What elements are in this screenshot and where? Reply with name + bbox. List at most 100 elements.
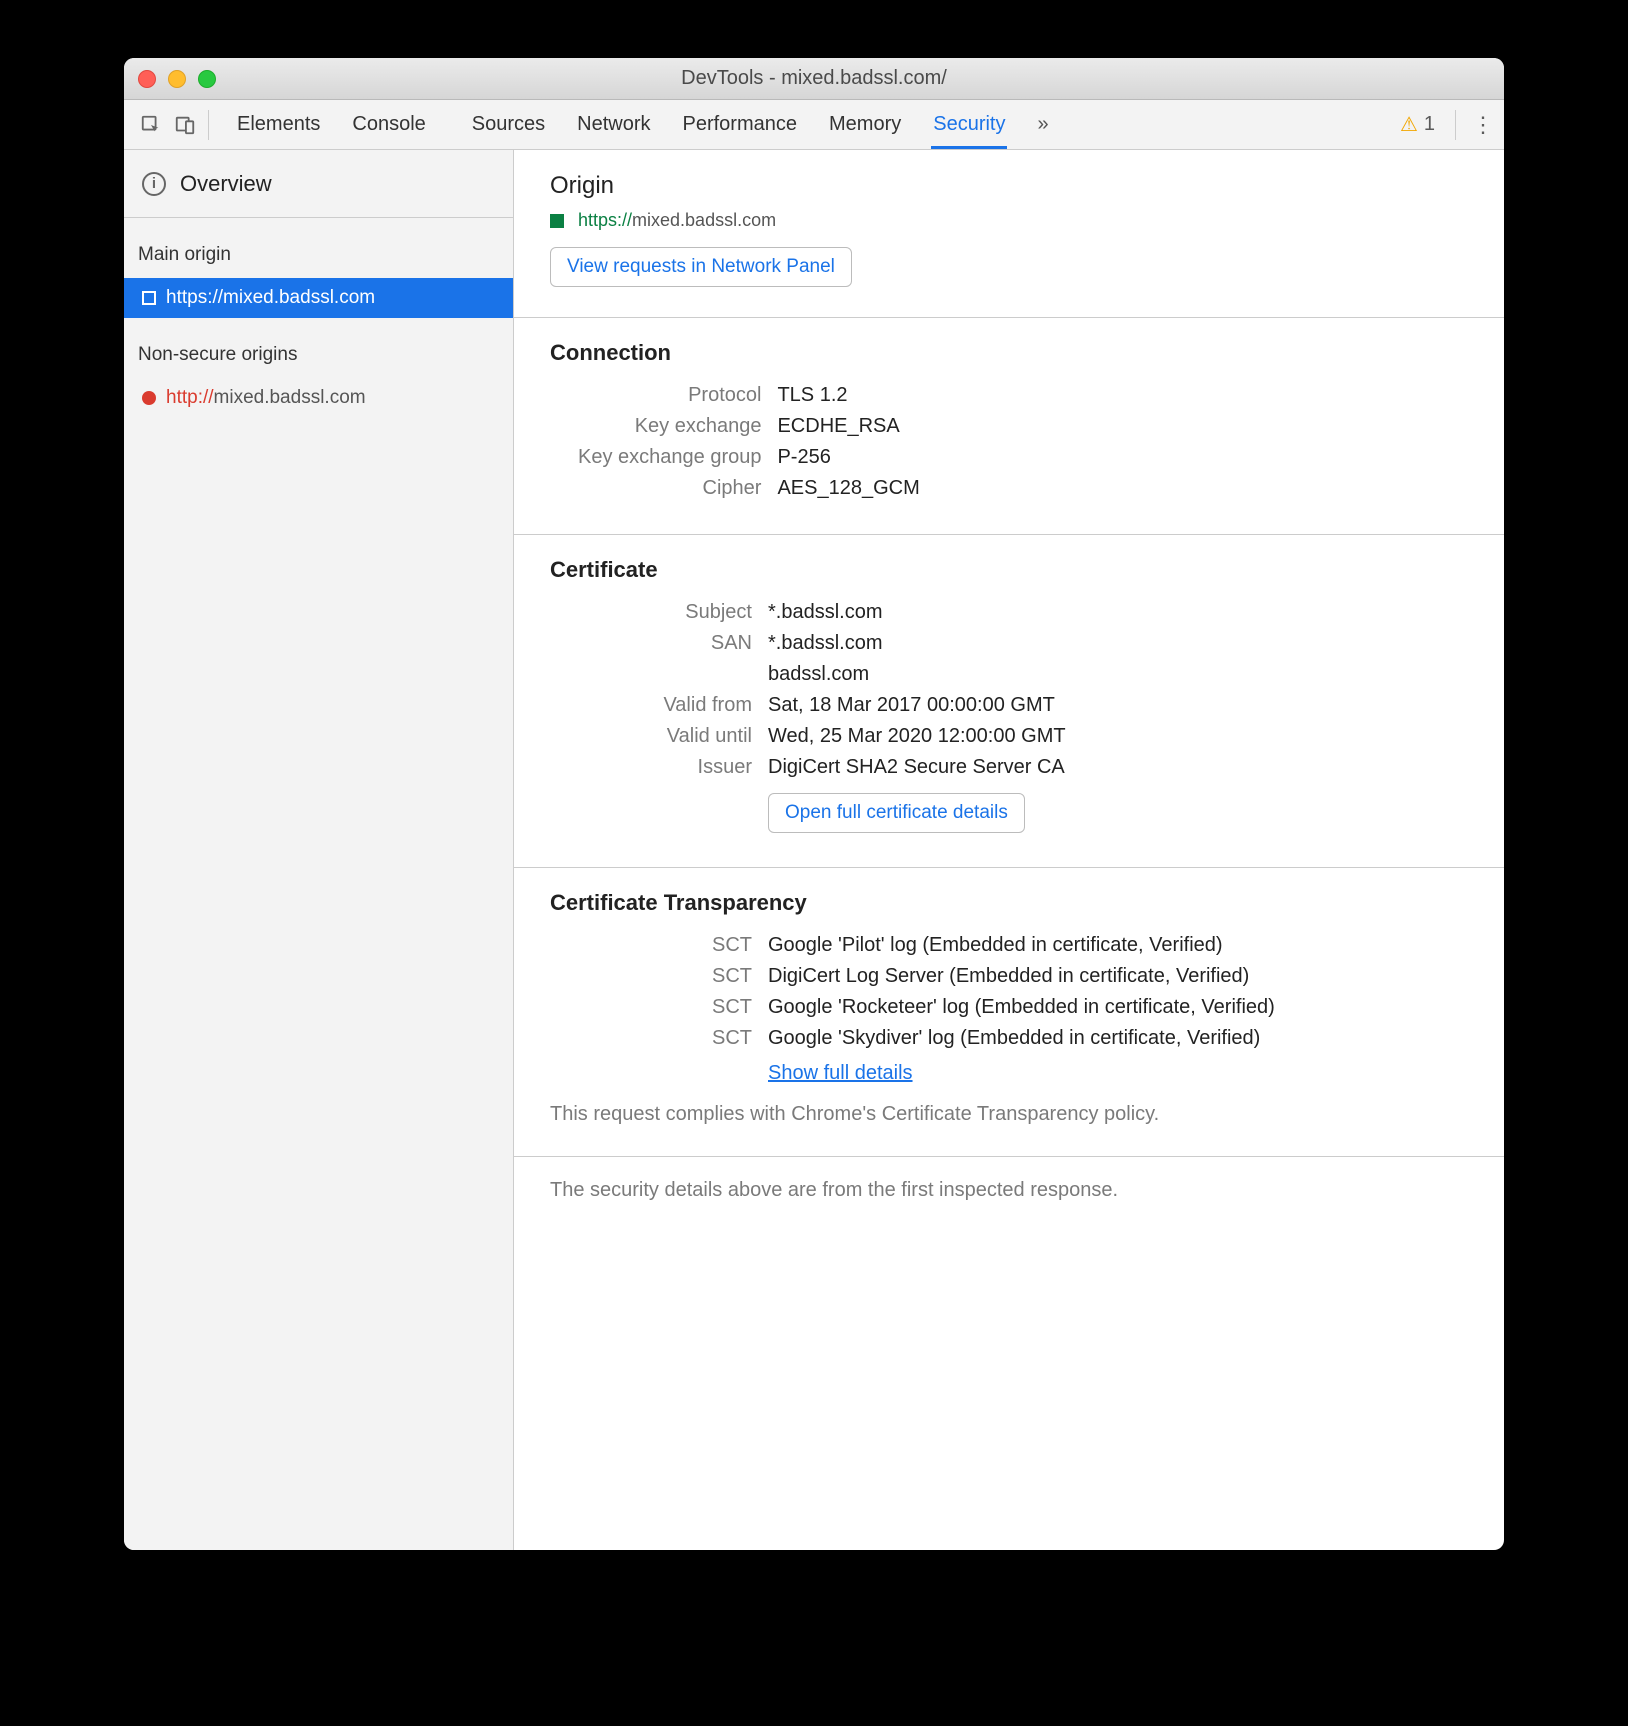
row-sct-3: SCT Google 'Skydiver' log (Embedded in c… xyxy=(570,1023,1283,1054)
field-label: Issuer xyxy=(570,752,760,783)
field-value: Google 'Rocketeer' log (Embedded in cert… xyxy=(760,992,1283,1023)
certificate-title: Certificate xyxy=(550,557,1478,583)
field-label xyxy=(570,659,760,690)
secure-square-icon xyxy=(550,214,564,228)
toolbar-separator xyxy=(1455,110,1456,140)
toolbar-separator xyxy=(208,110,209,140)
inspect-element-icon[interactable] xyxy=(134,108,168,142)
field-label: SCT xyxy=(570,930,760,961)
section-certificate: Certificate Subject *.badssl.com SAN *.b… xyxy=(514,535,1504,868)
ct-compliance-note: This request complies with Chrome's Cert… xyxy=(550,1089,1478,1126)
row-san-1: SAN *.badssl.com xyxy=(570,628,1074,659)
row-show-full: Show full details xyxy=(570,1054,1283,1089)
warning-indicator[interactable]: ⚠ 1 xyxy=(1400,112,1439,137)
field-label: SCT xyxy=(570,1023,760,1054)
row-protocol: Protocol TLS 1.2 xyxy=(570,380,928,411)
tab-elements[interactable]: Elements xyxy=(235,101,322,149)
warning-count: 1 xyxy=(1424,113,1435,136)
device-toggle-icon[interactable] xyxy=(168,108,202,142)
field-value: AES_128_GCM xyxy=(769,473,927,504)
field-value: TLS 1.2 xyxy=(769,380,927,411)
row-valid-from: Valid from Sat, 18 Mar 2017 00:00:00 GMT xyxy=(570,690,1074,721)
origin-host: mixed.badssl.com xyxy=(632,210,776,230)
section-certificate-transparency: Certificate Transparency SCT Google 'Pil… xyxy=(514,868,1504,1157)
field-value: P-256 xyxy=(769,442,927,473)
window-title: DevTools - mixed.badssl.com/ xyxy=(124,67,1504,90)
row-key-exchange-group: Key exchange group P-256 xyxy=(570,442,928,473)
toolbar: Elements Console Sources Network Perform… xyxy=(124,100,1504,150)
tab-memory[interactable]: Memory xyxy=(827,101,903,149)
field-value: ECDHE_RSA xyxy=(769,411,927,442)
field-label: SCT xyxy=(570,961,760,992)
ct-table: SCT Google 'Pilot' log (Embedded in cert… xyxy=(570,930,1283,1089)
security-sidebar: Overview Main origin https://mixed.badss… xyxy=(124,150,514,1550)
row-san-2: badssl.com xyxy=(570,659,1074,690)
sidebar-item-nonsecure-origin[interactable]: http://mixed.badssl.com xyxy=(124,378,513,418)
row-sct-2: SCT Google 'Rocketeer' log (Embedded in … xyxy=(570,992,1283,1023)
field-value: DigiCert SHA2 Secure Server CA xyxy=(760,752,1074,783)
field-label: Key exchange group xyxy=(570,442,769,473)
secure-origin-icon xyxy=(142,291,156,305)
origin-url: https://mixed.badssl.com xyxy=(550,210,1478,231)
field-value: *.badssl.com xyxy=(760,628,1074,659)
section-footer: The security details above are from the … xyxy=(514,1157,1504,1232)
field-value: *.badssl.com xyxy=(760,597,1074,628)
field-label: SAN xyxy=(570,628,760,659)
toolbar-right: ⚠ 1 ⋮ xyxy=(1400,110,1494,140)
sidebar-overview[interactable]: Overview xyxy=(124,150,513,218)
row-sct-0: SCT Google 'Pilot' log (Embedded in cert… xyxy=(570,930,1283,961)
connection-table: Protocol TLS 1.2 Key exchange ECDHE_RSA … xyxy=(570,380,928,504)
origin-scheme: https:// xyxy=(578,210,632,230)
devtools-window: DevTools - mixed.badssl.com/ Elements Co… xyxy=(124,58,1504,1550)
origin-scheme: https:// xyxy=(166,287,223,308)
field-value: DigiCert Log Server (Embedded in certifi… xyxy=(760,961,1283,992)
ct-title: Certificate Transparency xyxy=(550,890,1478,916)
field-label: Cipher xyxy=(570,473,769,504)
tab-performance[interactable]: Performance xyxy=(681,101,800,149)
overview-label: Overview xyxy=(180,171,272,197)
tab-sources[interactable]: Sources xyxy=(470,101,547,149)
tab-security[interactable]: Security xyxy=(931,101,1007,149)
field-label: Key exchange xyxy=(570,411,769,442)
view-requests-button[interactable]: View requests in Network Panel xyxy=(550,247,852,287)
titlebar: DevTools - mixed.badssl.com/ xyxy=(124,58,1504,100)
settings-menu-icon[interactable]: ⋮ xyxy=(1472,112,1494,138)
origin-host: mixed.badssl.com xyxy=(214,387,366,408)
more-tabs-icon[interactable]: » xyxy=(1035,101,1050,149)
tab-console[interactable]: Console xyxy=(350,101,427,149)
footer-note: The security details above are from the … xyxy=(550,1179,1478,1202)
field-value: Google 'Pilot' log (Embedded in certific… xyxy=(760,930,1283,961)
row-open-cert: Open full certificate details xyxy=(570,783,1074,837)
section-origin: Origin https://mixed.badssl.com View req… xyxy=(514,150,1504,318)
field-value: badssl.com xyxy=(760,659,1074,690)
field-label: SCT xyxy=(570,992,760,1023)
section-connection: Connection Protocol TLS 1.2 Key exchange… xyxy=(514,318,1504,535)
sidebar-header-main-origin: Main origin xyxy=(124,218,513,278)
certificate-table: Subject *.badssl.com SAN *.badssl.com ba… xyxy=(570,597,1074,837)
warning-icon: ⚠ xyxy=(1400,112,1418,137)
row-key-exchange: Key exchange ECDHE_RSA xyxy=(570,411,928,442)
origin-host: mixed.badssl.com xyxy=(223,287,375,308)
field-label: Protocol xyxy=(570,380,769,411)
security-content: Origin https://mixed.badssl.com View req… xyxy=(514,150,1504,1550)
field-label: Subject xyxy=(570,597,760,628)
field-label: Valid from xyxy=(570,690,760,721)
row-cipher: Cipher AES_128_GCM xyxy=(570,473,928,504)
open-certificate-button[interactable]: Open full certificate details xyxy=(768,793,1025,833)
connection-title: Connection xyxy=(550,340,1478,366)
row-valid-until: Valid until Wed, 25 Mar 2020 12:00:00 GM… xyxy=(570,721,1074,752)
origin-title: Origin xyxy=(550,172,1478,200)
row-issuer: Issuer DigiCert SHA2 Secure Server CA xyxy=(570,752,1074,783)
row-subject: Subject *.badssl.com xyxy=(570,597,1074,628)
tab-network[interactable]: Network xyxy=(575,101,652,149)
show-full-details-link[interactable]: Show full details xyxy=(768,1062,913,1084)
row-sct-1: SCT DigiCert Log Server (Embedded in cer… xyxy=(570,961,1283,992)
field-label: Valid until xyxy=(570,721,760,752)
sidebar-item-main-origin[interactable]: https://mixed.badssl.com xyxy=(124,278,513,318)
origin-scheme: http:// xyxy=(166,387,214,408)
panel-body: Overview Main origin https://mixed.badss… xyxy=(124,150,1504,1550)
field-value: Sat, 18 Mar 2017 00:00:00 GMT xyxy=(760,690,1074,721)
sidebar-header-nonsecure: Non-secure origins xyxy=(124,318,513,378)
info-icon xyxy=(142,172,166,196)
panel-tabs: Elements Console Sources Network Perform… xyxy=(235,101,1051,149)
